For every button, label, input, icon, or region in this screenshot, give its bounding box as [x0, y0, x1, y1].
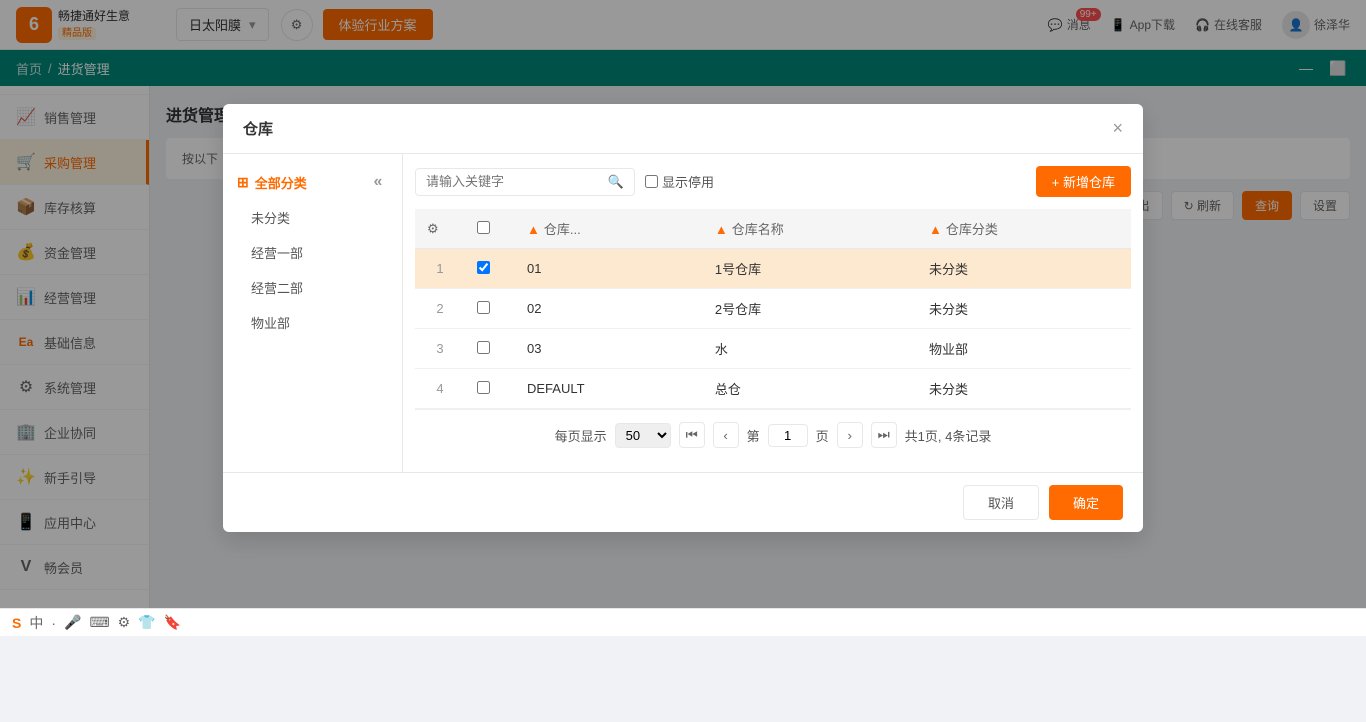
category-item-ops1[interactable]: 经营一部	[223, 235, 402, 270]
per-page-select[interactable]: 50 100	[615, 423, 671, 448]
prev-page-button[interactable]: ‹	[713, 422, 739, 448]
confirm-button[interactable]: 确定	[1049, 485, 1123, 520]
table-toolbar: 🔍 显示停用 + 新增仓库	[415, 166, 1131, 197]
row-category: 未分类	[917, 249, 1131, 289]
row-code: 01	[515, 249, 703, 289]
row-name: 总仓	[703, 369, 917, 409]
close-icon[interactable]: ×	[1112, 118, 1123, 139]
row-name: 1号仓库	[703, 249, 917, 289]
category-header-label: 全部分类	[255, 173, 307, 192]
row-checkbox-cell	[465, 329, 515, 369]
row-category: 物业部	[917, 329, 1131, 369]
per-page-label: 每页显示	[555, 426, 607, 445]
row-code: 03	[515, 329, 703, 369]
show-disabled-wrap: 显示停用	[645, 172, 714, 191]
settings-bottom-icon[interactable]: ⚙	[118, 614, 131, 631]
warehouse-modal: 仓库 × ⊞ 全部分类 « 未分类 经营一部 经营二部 物业部	[223, 104, 1143, 532]
row-checkbox-cell	[465, 249, 515, 289]
category-item-ops2[interactable]: 经营二部	[223, 270, 402, 305]
category-item-property[interactable]: 物业部	[223, 305, 402, 340]
row-num: 2	[415, 289, 465, 329]
bottom-bar: S 中 · 🎤 ⌨ ⚙ 👕 🔖	[0, 608, 1366, 636]
col-settings: ⚙	[415, 209, 465, 249]
chinese-icon[interactable]: 中	[29, 613, 43, 633]
total-info: 共1页, 4条记录	[905, 426, 992, 445]
modal-header: 仓库 ×	[223, 104, 1143, 154]
col-category: ▲仓库分类	[917, 209, 1131, 249]
first-page-button[interactable]: ⏮	[679, 422, 705, 448]
row-checkbox[interactable]	[477, 381, 490, 394]
mic-icon[interactable]: 🎤	[64, 614, 81, 631]
row-checkbox[interactable]	[477, 301, 490, 314]
table-panel: 🔍 显示停用 + 新增仓库 ⚙ ▲仓库...	[403, 154, 1143, 472]
col-checkbox	[465, 209, 515, 249]
row-num: 3	[415, 329, 465, 369]
row-code: 02	[515, 289, 703, 329]
collapse-button[interactable]: «	[368, 172, 388, 192]
search-input[interactable]	[426, 174, 602, 189]
modal-title: 仓库	[243, 118, 273, 139]
row-code: DEFAULT	[515, 369, 703, 409]
table-row[interactable]: 1 01 1号仓库 未分类	[415, 249, 1131, 289]
row-name: 2号仓库	[703, 289, 917, 329]
row-checkbox[interactable]	[477, 341, 490, 354]
cancel-button[interactable]: 取消	[963, 485, 1039, 520]
page-label: 第	[747, 426, 760, 445]
search-icon: 🔍	[608, 174, 624, 190]
pagination: 每页显示 50 100 ⏮ ‹ 第 页 › ⏭ 共1页, 4条记录	[415, 409, 1131, 460]
add-warehouse-button[interactable]: + 新增仓库	[1036, 166, 1131, 197]
keyboard-icon[interactable]: ⌨	[89, 614, 109, 631]
row-name: 水	[703, 329, 917, 369]
row-checkbox[interactable]	[477, 261, 490, 274]
select-all-checkbox[interactable]	[477, 221, 490, 234]
category-header: ⊞ 全部分类 «	[223, 164, 402, 200]
row-category: 未分类	[917, 369, 1131, 409]
row-category: 未分类	[917, 289, 1131, 329]
row-checkbox-cell	[465, 289, 515, 329]
grid-icon: ⊞	[237, 174, 249, 191]
modal-footer: 取消 确定	[223, 472, 1143, 532]
modal-body: ⊞ 全部分类 « 未分类 经营一部 经营二部 物业部 🔍	[223, 154, 1143, 472]
row-checkbox-cell	[465, 369, 515, 409]
category-item-unclassified[interactable]: 未分类	[223, 200, 402, 235]
table-row[interactable]: 2 02 2号仓库 未分类	[415, 289, 1131, 329]
last-page-button[interactable]: ⏭	[871, 422, 897, 448]
page-input[interactable]	[768, 424, 808, 447]
category-panel: ⊞ 全部分类 « 未分类 经营一部 经营二部 物业部	[223, 154, 403, 472]
show-disabled-checkbox[interactable]	[645, 175, 658, 188]
bookmark-icon[interactable]: 🔖	[164, 614, 181, 631]
modal-overlay: 仓库 × ⊞ 全部分类 « 未分类 经营一部 经营二部 物业部	[0, 0, 1366, 636]
warehouse-table: ⚙ ▲仓库... ▲仓库名称 ▲仓库分类 1 01 1号仓库 未分类 2 02 …	[415, 209, 1131, 409]
settings-gear-icon: ⚙	[427, 221, 439, 236]
table-row[interactable]: 4 DEFAULT 总仓 未分类	[415, 369, 1131, 409]
show-disabled-label: 显示停用	[662, 172, 714, 191]
logo-s-icon: S	[12, 615, 21, 631]
row-num: 4	[415, 369, 465, 409]
col-code: ▲仓库...	[515, 209, 703, 249]
table-row[interactable]: 3 03 水 物业部	[415, 329, 1131, 369]
page-suffix: 页	[816, 426, 829, 445]
col-name: ▲仓库名称	[703, 209, 917, 249]
dot-icon: ·	[51, 615, 56, 631]
shirt-icon[interactable]: 👕	[138, 614, 155, 631]
next-page-button[interactable]: ›	[837, 422, 863, 448]
row-num: 1	[415, 249, 465, 289]
search-input-wrap: 🔍	[415, 168, 635, 196]
